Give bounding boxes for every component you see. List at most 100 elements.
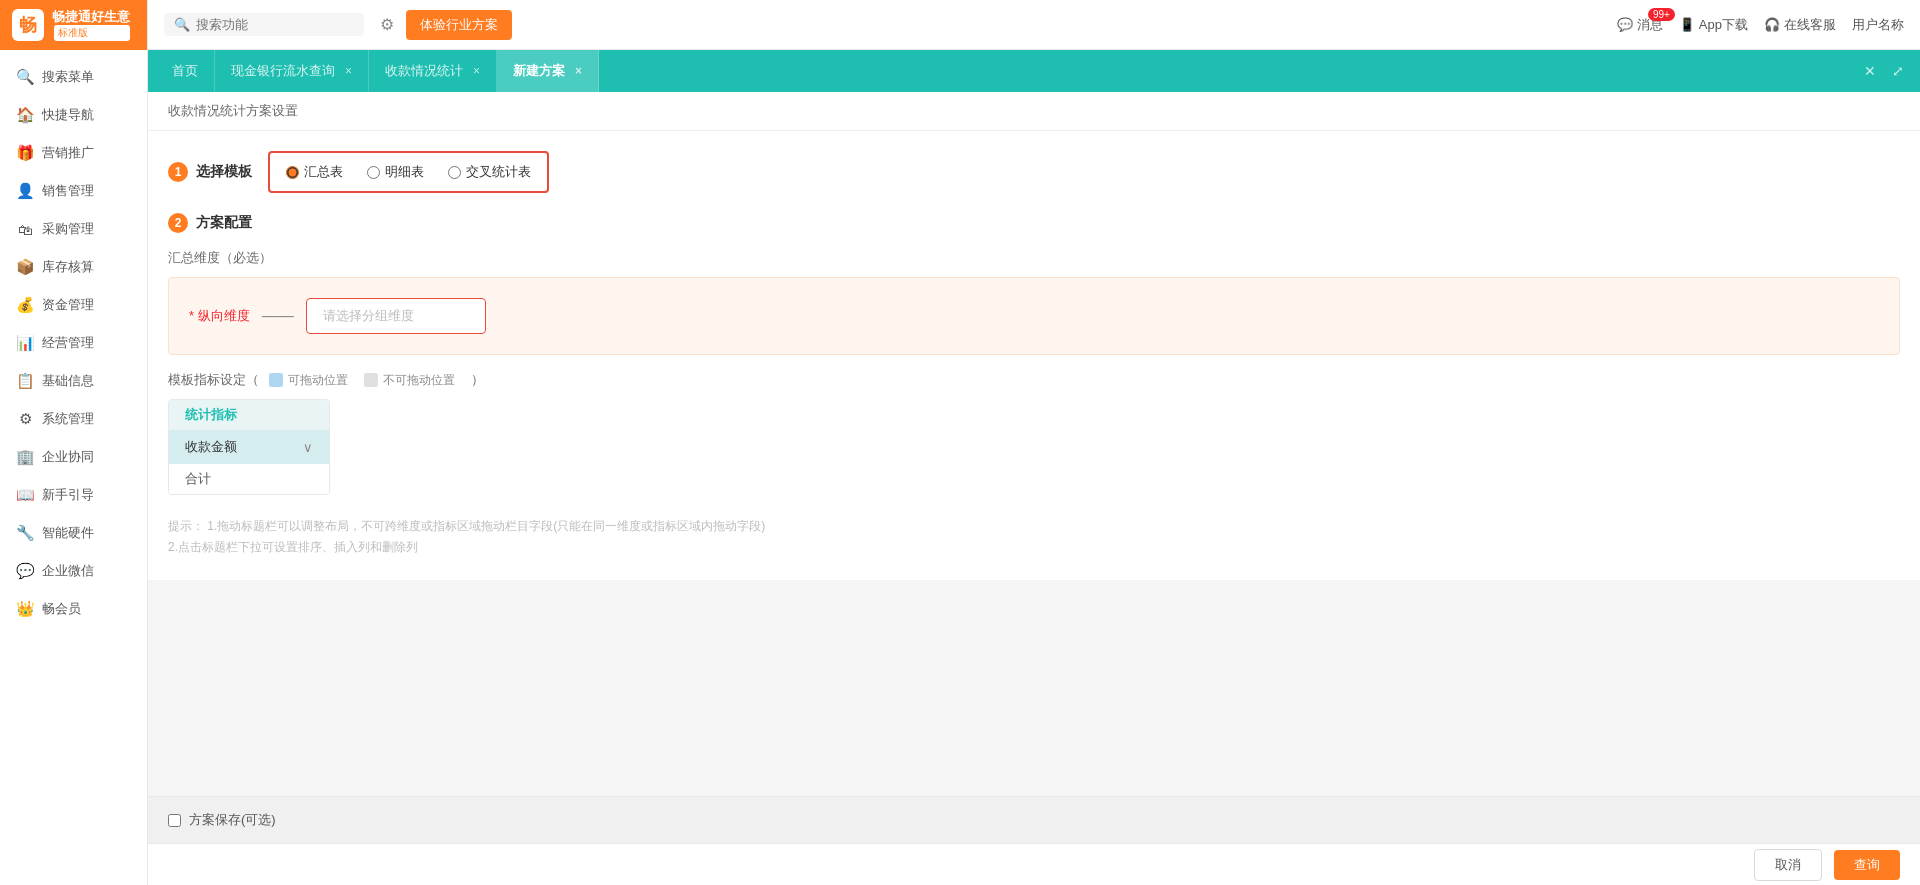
sidebar-item-system[interactable]: ⚙ 系统管理 [0, 400, 147, 438]
topbar: 🔍 ⚙ 体验行业方案 💬 消息 99+ 📱 App下载 🎧 在线客服 用户名称 [148, 0, 1920, 50]
message-icon: 💬 [1617, 17, 1633, 32]
section1-num: 1 [168, 162, 188, 182]
app-logo-text: 畅捷通好生意 标准版 [52, 9, 130, 41]
sidebar-item-operations[interactable]: 📊 经营管理 [0, 324, 147, 362]
movable-dot [269, 373, 283, 387]
sidebar: 畅 畅捷通好生意 标准版 🔍 搜索菜单 🏠 快捷导航 🎁 营销推广 👤 销售管理… [0, 0, 148, 885]
sidebar-item-enterprise[interactable]: 🏢 企业协同 [0, 438, 147, 476]
search-bar[interactable]: 🔍 [164, 13, 364, 36]
download-btn[interactable]: 📱 App下载 [1679, 16, 1748, 34]
footer-actions: 取消 查询 [148, 843, 1920, 885]
sidebar-item-guide[interactable]: 📖 新手引导 [0, 476, 147, 514]
tab-expand-btn[interactable]: ⤢ [1888, 59, 1908, 83]
breadcrumb: 收款情况统计方案设置 [148, 92, 1920, 131]
template-selection: 汇总表 明细表 交叉统计表 [268, 151, 549, 193]
save-option: 方案保存(可选) [148, 796, 1920, 843]
template-radio-summary[interactable] [286, 166, 299, 179]
tab-collection-close[interactable]: × [473, 64, 480, 78]
sidebar-item-quick-nav[interactable]: 🏠 快捷导航 [0, 96, 147, 134]
message-badge: 99+ [1648, 8, 1675, 21]
query-button[interactable]: 查询 [1834, 850, 1900, 880]
tab-home[interactable]: 首页 [156, 50, 215, 92]
template-option-cross[interactable]: 交叉统计表 [448, 163, 531, 181]
sidebar-item-label: 企业微信 [42, 562, 94, 580]
sidebar-item-label: 资金管理 [42, 296, 94, 314]
tab-new-plan-close[interactable]: × [575, 64, 582, 78]
chart-icon: 📊 [16, 334, 34, 352]
dimension-area: * 纵向维度 —— 请选择分组维度 [168, 277, 1900, 355]
sidebar-item-label: 基础信息 [42, 372, 94, 390]
sidebar-item-finance[interactable]: 💰 资金管理 [0, 286, 147, 324]
crown-icon: 👑 [16, 600, 34, 618]
settings-gear-icon[interactable]: ⚙ [380, 15, 394, 34]
template-detail-label: 明细表 [385, 163, 424, 181]
tab-collection[interactable]: 收款情况统计 × [369, 50, 497, 92]
save-checkbox-label: 方案保存(可选) [189, 811, 276, 829]
service-icon: 🎧 [1764, 17, 1780, 32]
drag-legend: 可拖动位置 不可拖动位置 ） [269, 371, 484, 389]
user-name[interactable]: 用户名称 [1852, 16, 1904, 34]
search-input[interactable] [196, 17, 336, 32]
save-checkbox[interactable] [168, 814, 181, 827]
sidebar-item-sales[interactable]: 👤 销售管理 [0, 172, 147, 210]
sidebar-nav: 🔍 搜索菜单 🏠 快捷导航 🎁 营销推广 👤 销售管理 🛍 采购管理 📦 库存核… [0, 50, 147, 885]
tip-line2: 2.点击标题栏下拉可设置排序、插入列和删除列 [168, 539, 1900, 556]
book-icon: 📖 [16, 486, 34, 504]
page-content: 收款情况统计方案设置 1 选择模板 汇总表 明细表 [148, 92, 1920, 885]
sidebar-item-member[interactable]: 👑 畅会员 [0, 590, 147, 628]
fixed-dot [364, 373, 378, 387]
template-radio-cross[interactable] [448, 166, 461, 179]
dropdown-chevron-icon[interactable]: ∨ [303, 440, 313, 455]
dimension-select[interactable]: 请选择分组维度 [306, 298, 486, 334]
tab-close-btn[interactable]: ✕ [1860, 59, 1880, 83]
metrics-item-collection[interactable]: 收款金额 ∨ [169, 430, 329, 464]
sidebar-item-wechat[interactable]: 💬 企业微信 [0, 552, 147, 590]
hardware-icon: 🔧 [16, 524, 34, 542]
tip-line1: 提示： 1.拖动标题栏可以调整布局，不可跨维度或指标区域拖动栏目字段(只能在同一… [168, 518, 1900, 535]
template-radio-detail[interactable] [367, 166, 380, 179]
sidebar-item-label: 采购管理 [42, 220, 94, 238]
home-icon: 🏠 [16, 106, 34, 124]
section2: 2 方案配置 汇总维度（必选） * 纵向维度 —— 请选择分组维度 [168, 213, 1900, 556]
cancel-button[interactable]: 取消 [1754, 849, 1822, 881]
industry-btn[interactable]: 体验行业方案 [406, 10, 512, 40]
sidebar-item-label: 新手引导 [42, 486, 94, 504]
summary-dim-title: 汇总维度（必选） [168, 249, 1900, 267]
message-btn[interactable]: 💬 消息 99+ [1617, 16, 1663, 34]
dimension-row: * 纵向维度 —— 请选择分组维度 [189, 298, 1879, 334]
metrics-label-row: 模板指标设定（ 可拖动位置 不可拖动位置 ） [168, 371, 1900, 389]
tips-section: 提示： 1.拖动标题栏可以调整布局，不可跨维度或指标区域拖动栏目字段(只能在同一… [168, 518, 1900, 556]
template-option-detail[interactable]: 明细表 [367, 163, 424, 181]
tab-cashflow[interactable]: 现金银行流水查询 × [215, 50, 369, 92]
sidebar-item-search-menu[interactable]: 🔍 搜索菜单 [0, 58, 147, 96]
metrics-sub-item-total: 合计 [169, 464, 329, 494]
money-icon: 💰 [16, 296, 34, 314]
tab-cashflow-close[interactable]: × [345, 64, 352, 78]
metrics-table-header: 统计指标 [169, 400, 329, 430]
user-icon: 👤 [16, 182, 34, 200]
sidebar-item-label: 企业协同 [42, 448, 94, 466]
template-option-summary[interactable]: 汇总表 [286, 163, 343, 181]
sidebar-item-basics[interactable]: 📋 基础信息 [0, 362, 147, 400]
download-icon: 📱 [1679, 17, 1695, 32]
metrics-config: 模板指标设定（ 可拖动位置 不可拖动位置 ） [168, 371, 1900, 498]
sidebar-item-marketing[interactable]: 🎁 营销推广 [0, 134, 147, 172]
sidebar-item-label: 搜索菜单 [42, 68, 94, 86]
sidebar-item-label: 经营管理 [42, 334, 94, 352]
sidebar-item-purchase[interactable]: 🛍 采购管理 [0, 210, 147, 248]
chat-icon: 💬 [16, 562, 34, 580]
sidebar-item-label: 系统管理 [42, 410, 94, 428]
sidebar-item-hardware[interactable]: 🔧 智能硬件 [0, 514, 147, 552]
metrics-table: 统计指标 收款金额 ∨ 合计 [168, 399, 330, 495]
metrics-label-text: 模板指标设定（ [168, 371, 259, 389]
sidebar-item-label: 库存核算 [42, 258, 94, 276]
section2-label: 2 方案配置 [168, 213, 1900, 233]
tab-new-plan[interactable]: 新建方案 × [497, 50, 599, 92]
list-icon: 📋 [16, 372, 34, 390]
sidebar-item-inventory[interactable]: 📦 库存核算 [0, 248, 147, 286]
building-icon: 🏢 [16, 448, 34, 466]
search-icon: 🔍 [174, 17, 190, 32]
vertical-dim-label: * 纵向维度 [189, 307, 250, 325]
service-btn[interactable]: 🎧 在线客服 [1764, 16, 1836, 34]
box-icon: 📦 [16, 258, 34, 276]
